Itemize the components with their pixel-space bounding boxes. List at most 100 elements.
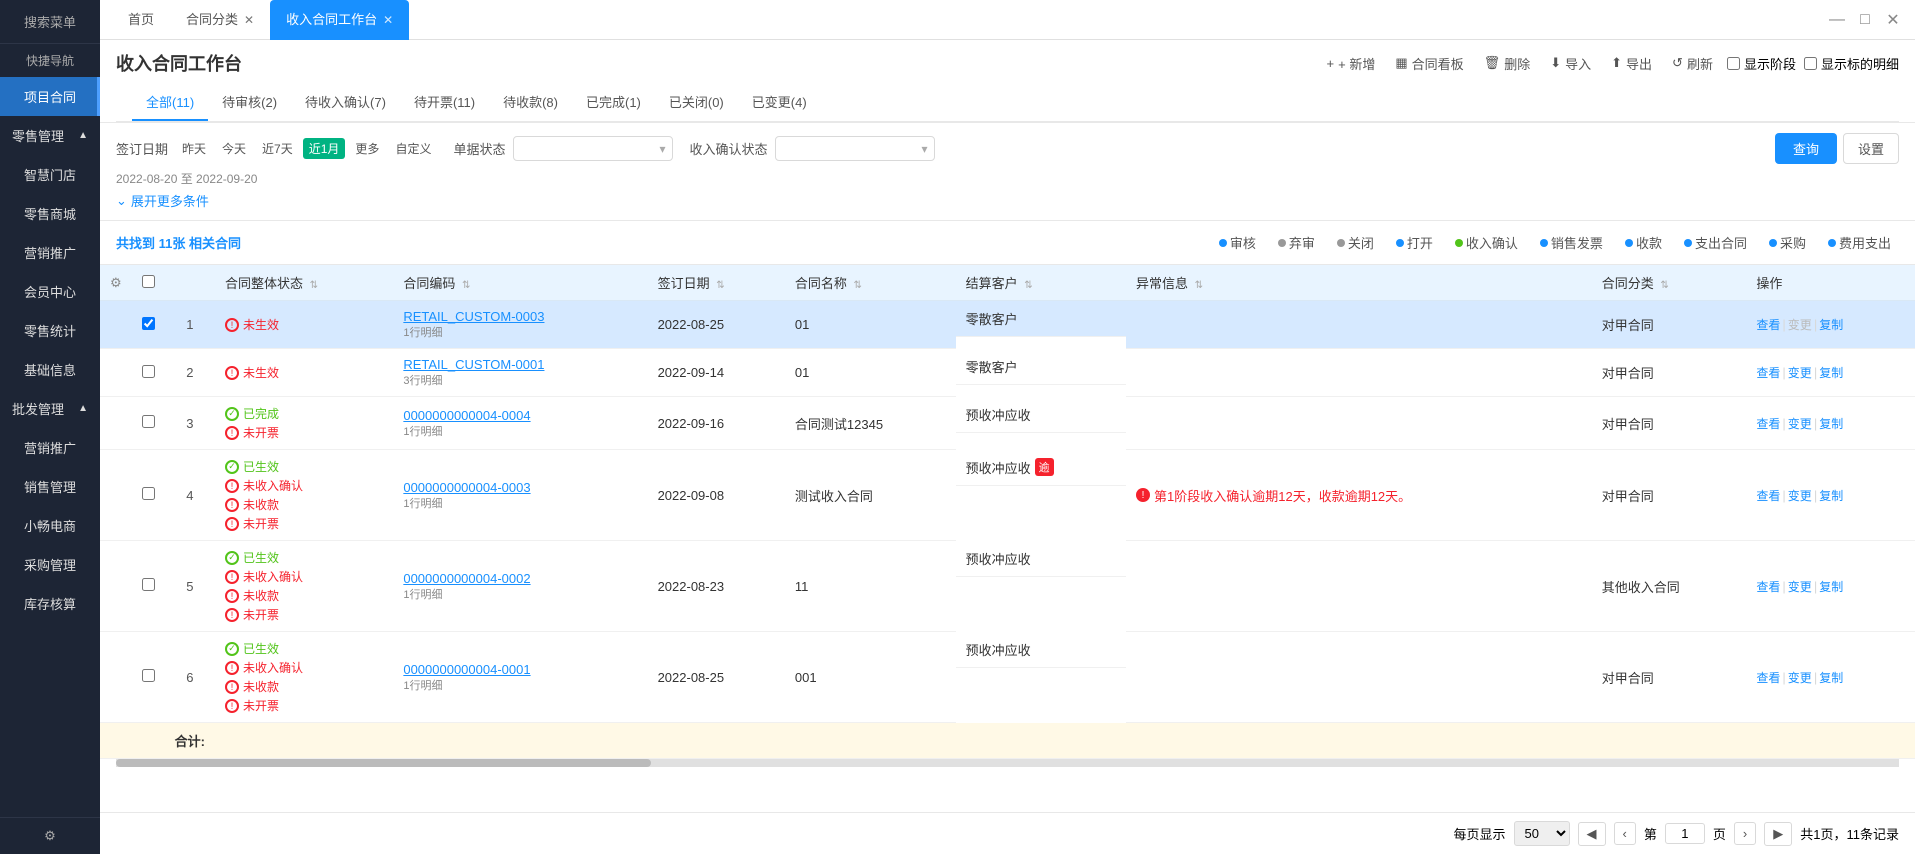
- contract-code-link-5[interactable]: 0000000000004-0002: [403, 571, 637, 586]
- op-变更-5[interactable]: 变更: [1788, 580, 1812, 594]
- sidebar-item-basic-info[interactable]: 基础信息: [0, 350, 100, 389]
- show-mark-detail-checkbox[interactable]: 显示标的明细: [1804, 54, 1899, 73]
- import-button[interactable]: ⬇ 导入: [1544, 51, 1597, 76]
- sidebar-quick-nav[interactable]: 快捷导航: [0, 44, 100, 77]
- op-查看-4[interactable]: 查看: [1756, 489, 1780, 503]
- filter-tab-all[interactable]: 全部(11): [132, 84, 208, 121]
- row-checkbox-4[interactable]: [132, 450, 165, 541]
- op-变更-2[interactable]: 变更: [1788, 366, 1812, 380]
- date-opt-last1month[interactable]: 近1月: [303, 138, 346, 159]
- page-input[interactable]: [1665, 823, 1705, 844]
- maximize-button[interactable]: □: [1855, 10, 1875, 30]
- row-contract-code-1[interactable]: RETAIL_CUSTOM-00031行明细: [393, 301, 647, 349]
- sidebar-item-retail[interactable]: 零售管理 ▲: [0, 116, 100, 155]
- filter-tab-completed[interactable]: 已完成(1): [572, 84, 655, 121]
- row-checkbox-5[interactable]: [132, 541, 165, 632]
- sidebar-item-online-store[interactable]: 零售商城: [0, 194, 100, 233]
- new-button[interactable]: + + 新增: [1321, 51, 1382, 76]
- op-变更-4[interactable]: 变更: [1788, 489, 1812, 503]
- row-contract-code-6[interactable]: 0000000000004-00011行明细: [393, 632, 647, 723]
- filter-tab-pending-invoice[interactable]: 待开票(11): [400, 84, 489, 121]
- date-opt-last7[interactable]: 近7天: [256, 138, 299, 159]
- sidebar-item-marketing2[interactable]: 营销推广: [0, 428, 100, 467]
- sort-icon-sign-date[interactable]: ⇅: [716, 280, 724, 291]
- tab-income-workbench[interactable]: 收入合同工作台 ✕: [270, 0, 409, 40]
- contract-code-link-2[interactable]: RETAIL_CUSTOM-0001: [403, 357, 637, 372]
- income-confirm-select[interactable]: [775, 136, 935, 161]
- sort-icon-contract-name[interactable]: ⇅: [854, 280, 862, 291]
- print-button[interactable]: 打开: [1388, 229, 1441, 256]
- select-all-checkbox[interactable]: [142, 275, 155, 288]
- table-col-sign-date[interactable]: 签订日期 ⇅: [648, 265, 785, 301]
- sales-invoice-button[interactable]: 销售发票: [1532, 229, 1611, 256]
- purchase-button[interactable]: 采购: [1761, 229, 1814, 256]
- query-button[interactable]: 查询: [1775, 133, 1837, 164]
- op-查看-1[interactable]: 查看: [1756, 318, 1780, 332]
- op-复制-2[interactable]: 复制: [1819, 366, 1843, 380]
- sidebar-item-smart-store[interactable]: 智慧门店: [0, 155, 100, 194]
- row-contract-code-3[interactable]: 0000000000004-00041行明细: [393, 397, 647, 450]
- date-opt-custom[interactable]: 自定义: [389, 138, 437, 159]
- op-查看-3[interactable]: 查看: [1756, 417, 1780, 431]
- income-confirm-button[interactable]: 收入确认: [1447, 229, 1526, 256]
- row-contract-code-2[interactable]: RETAIL_CUSTOM-00013行明细: [393, 349, 647, 397]
- close-button[interactable]: ✕: [1883, 10, 1903, 30]
- row-checkbox-6[interactable]: [132, 632, 165, 723]
- sidebar-item-batch-mgmt[interactable]: 批发管理 ▲: [0, 389, 100, 428]
- sidebar-item-retail-stats[interactable]: 零售统计: [0, 311, 100, 350]
- op-查看-2[interactable]: 查看: [1756, 366, 1780, 380]
- sort-icon-overall-status[interactable]: ⇅: [310, 280, 318, 291]
- filter-tab-pending-payment[interactable]: 待收款(8): [489, 84, 572, 121]
- prev-page-button[interactable]: ‹: [1614, 822, 1636, 845]
- show-stage-checkbox[interactable]: 显示阶段: [1727, 54, 1796, 73]
- table-col-contract-type[interactable]: 合同分类 ⇅: [1592, 265, 1747, 301]
- op-复制-4[interactable]: 复制: [1819, 489, 1843, 503]
- setting-button[interactable]: 设置: [1843, 133, 1899, 164]
- sort-icon-settlement-customer[interactable]: ⇅: [1024, 280, 1032, 291]
- expand-more-btn[interactable]: ⌄ 展开更多条件: [116, 191, 1899, 210]
- close-tab-contract-type[interactable]: ✕: [244, 0, 254, 40]
- filter-tab-pending-confirm[interactable]: 待收入确认(7): [291, 84, 400, 121]
- op-变更-6[interactable]: 变更: [1788, 671, 1812, 685]
- sidebar-item-inventory[interactable]: 库存核算: [0, 584, 100, 623]
- collection-button[interactable]: 收款: [1617, 229, 1670, 256]
- close-tab-income-workbench[interactable]: ✕: [383, 0, 393, 40]
- export-button[interactable]: ⬆ 导出: [1605, 51, 1658, 76]
- op-变更-3[interactable]: 变更: [1788, 417, 1812, 431]
- minimize-button[interactable]: —: [1827, 10, 1847, 30]
- filter-tab-changed[interactable]: 已变更(4): [738, 84, 821, 121]
- row-checkbox-1[interactable]: [132, 301, 165, 349]
- contract-panel-button[interactable]: ▦ 合同看板: [1389, 51, 1469, 76]
- horizontal-scrollbar[interactable]: [116, 759, 1899, 767]
- filter-tab-closed[interactable]: 已关闭(0): [655, 84, 738, 121]
- sidebar-item-xiao-ecom[interactable]: 小畅电商: [0, 506, 100, 545]
- last-page-button[interactable]: ▶: [1764, 822, 1792, 846]
- abandon-button[interactable]: 弃审: [1270, 229, 1323, 256]
- op-复制-6[interactable]: 复制: [1819, 671, 1843, 685]
- op-复制-1[interactable]: 复制: [1819, 318, 1843, 332]
- op-查看-5[interactable]: 查看: [1756, 580, 1780, 594]
- row-checkbox-2[interactable]: [132, 349, 165, 397]
- contract-code-link-6[interactable]: 0000000000004-0001: [403, 662, 637, 677]
- op-复制-5[interactable]: 复制: [1819, 580, 1843, 594]
- op-查看-6[interactable]: 查看: [1756, 671, 1780, 685]
- sidebar-item-project[interactable]: 项目合同: [0, 77, 100, 116]
- settings-button[interactable]: ⚙: [0, 817, 100, 854]
- table-col-settlement-customer[interactable]: 结算客户 ⇅: [956, 265, 1126, 301]
- per-page-select[interactable]: 50 20 100: [1514, 821, 1570, 846]
- date-opt-more[interactable]: 更多: [349, 138, 385, 159]
- close-contract-button[interactable]: 关闭: [1329, 229, 1382, 256]
- review-button[interactable]: 审核: [1211, 229, 1264, 256]
- sidebar-item-purchase[interactable]: 采购管理: [0, 545, 100, 584]
- refresh-button[interactable]: ↺ 刷新: [1666, 51, 1719, 76]
- date-opt-yesterday[interactable]: 昨天: [176, 138, 212, 159]
- contract-code-link-1[interactable]: RETAIL_CUSTOM-0003: [403, 309, 637, 324]
- table-col-checkbox[interactable]: [132, 265, 165, 301]
- table-col-overall-status[interactable]: 合同整体状态 ⇅: [215, 265, 393, 301]
- scrollbar-thumb[interactable]: [116, 759, 651, 767]
- contract-code-link-3[interactable]: 0000000000004-0004: [403, 408, 637, 423]
- row-contract-code-4[interactable]: 0000000000004-00031行明细: [393, 450, 647, 541]
- out-contract-button[interactable]: 支出合同: [1676, 229, 1755, 256]
- row-contract-code-5[interactable]: 0000000000004-00021行明细: [393, 541, 647, 632]
- op-复制-3[interactable]: 复制: [1819, 417, 1843, 431]
